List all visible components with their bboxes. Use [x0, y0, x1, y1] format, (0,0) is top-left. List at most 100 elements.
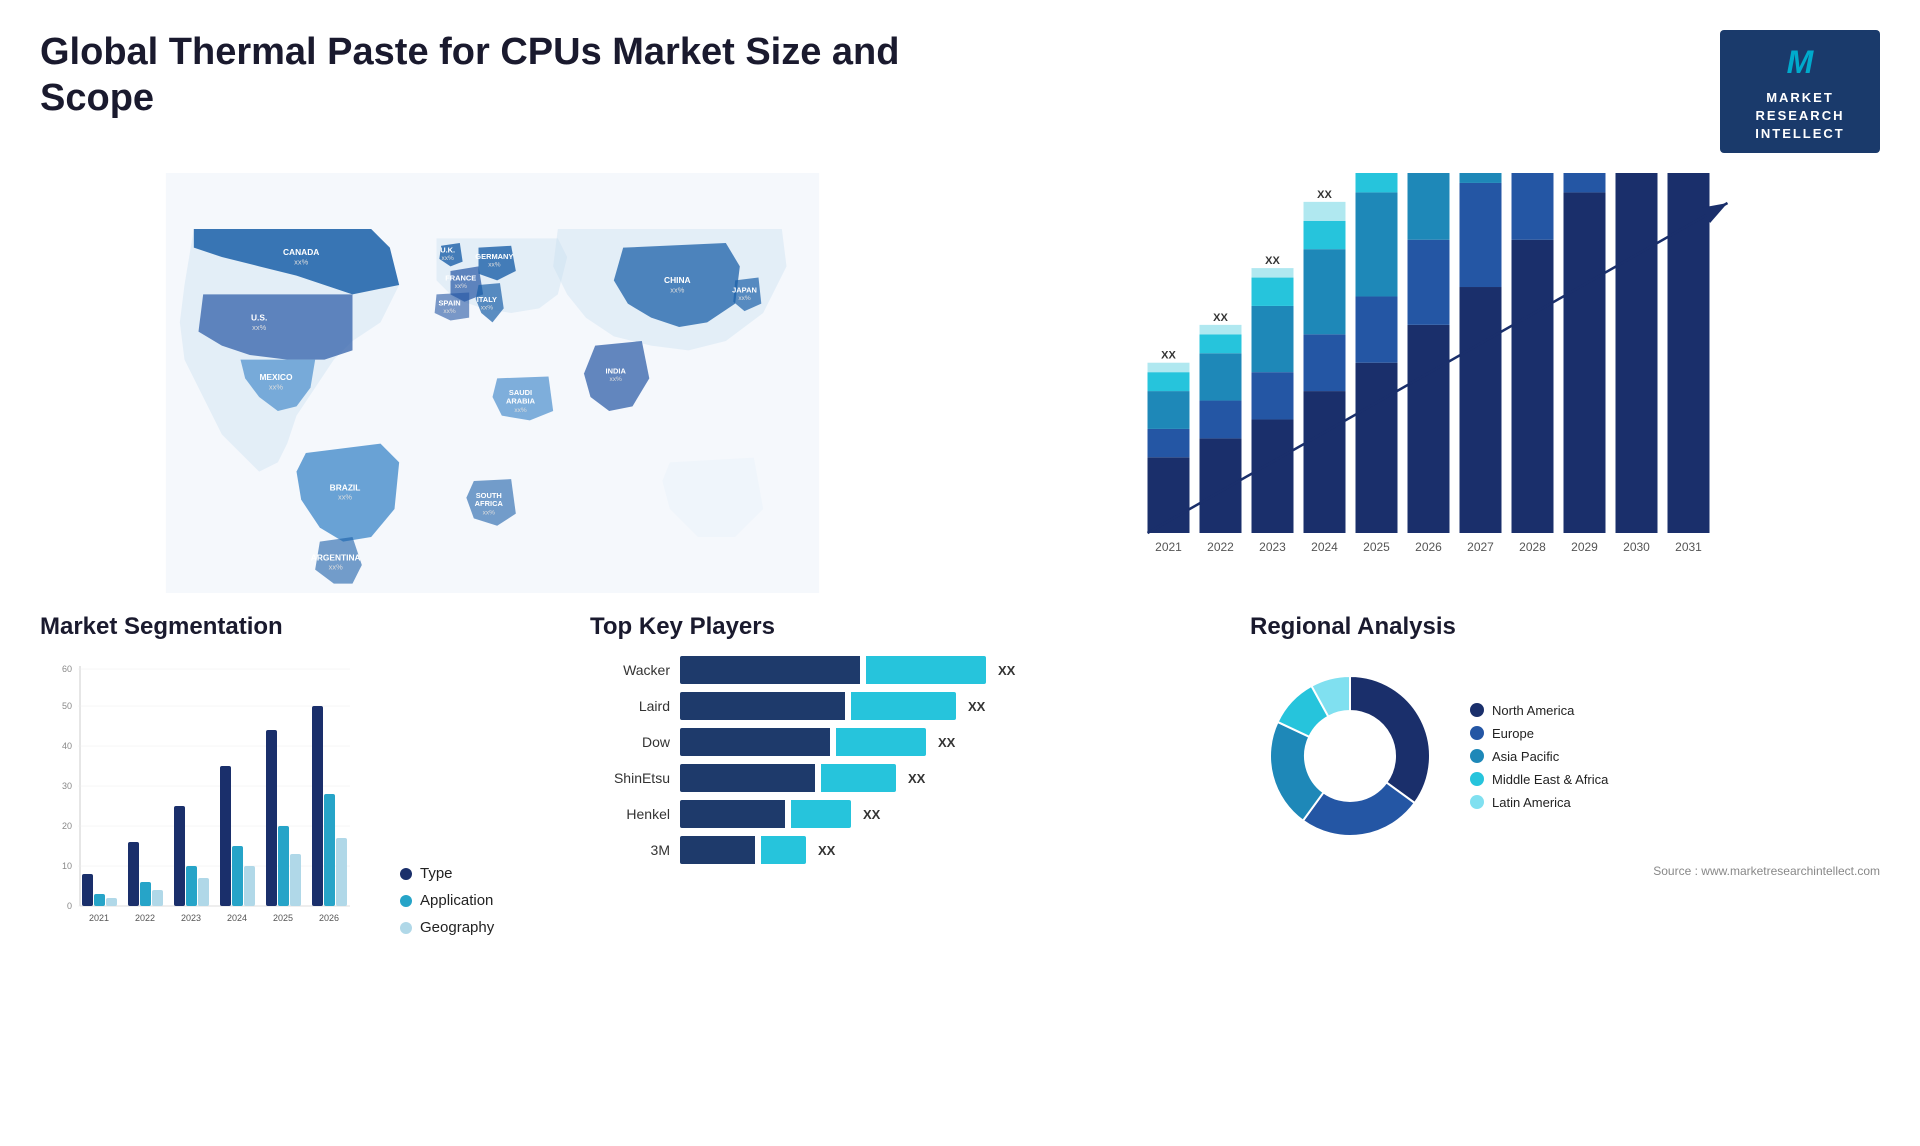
- regional-legend-item: North America: [1470, 703, 1608, 718]
- regional-legend-item: Europe: [1470, 726, 1608, 741]
- regional-legend-label: Asia Pacific: [1492, 749, 1559, 764]
- player-bar-dark: [680, 836, 755, 864]
- svg-text:ARABIA: ARABIA: [506, 397, 536, 406]
- player-row: Henkel XX: [590, 800, 1220, 828]
- svg-text:XX: XX: [1213, 312, 1228, 324]
- player-value-label: XX: [998, 663, 1015, 678]
- svg-text:2030: 2030: [1623, 540, 1650, 554]
- svg-text:xx%: xx%: [294, 258, 308, 267]
- svg-text:SPAIN: SPAIN: [438, 299, 460, 308]
- legend-geography-dot: [400, 922, 412, 934]
- svg-text:10: 10: [62, 861, 72, 871]
- player-bar-container: XX: [680, 764, 925, 792]
- player-name: Dow: [590, 734, 670, 750]
- donut-container: North America Europe Asia Pacific Middle Ea…: [1250, 656, 1880, 856]
- player-bar-light: [866, 656, 986, 684]
- player-bar-dark: [680, 764, 815, 792]
- player-row: ShinEtsu XX: [590, 764, 1220, 792]
- player-bar-dark: [680, 800, 785, 828]
- segmentation-legend: Type Application Geography: [400, 865, 494, 936]
- svg-text:U.K.: U.K.: [440, 246, 455, 255]
- svg-text:INDIA: INDIA: [606, 367, 627, 376]
- svg-text:xx%: xx%: [514, 407, 527, 414]
- world-map-svg: CANADA xx% U.S. xx% MEXICO xx% BRAZIL xx…: [40, 173, 945, 593]
- regional-legend-label: Europe: [1492, 726, 1534, 741]
- player-bar-dark: [680, 692, 845, 720]
- svg-text:2024: 2024: [1311, 540, 1338, 554]
- source-text: Source : www.marketresearchintellect.com: [1250, 864, 1880, 878]
- page-header: Global Thermal Paste for CPUs Market Siz…: [40, 30, 1880, 153]
- svg-text:xx%: xx%: [443, 308, 456, 315]
- legend-application-dot: [400, 895, 412, 907]
- svg-text:2021: 2021: [89, 913, 109, 923]
- logo-line2: RESEARCH: [1734, 107, 1866, 125]
- svg-text:U.S.: U.S.: [251, 313, 267, 323]
- player-name: 3M: [590, 842, 670, 858]
- player-row: Dow XX: [590, 728, 1220, 756]
- svg-text:2025: 2025: [273, 913, 293, 923]
- svg-text:xx%: xx%: [670, 286, 684, 295]
- svg-text:xx%: xx%: [483, 510, 496, 517]
- legend-geography-label: Geography: [420, 919, 494, 936]
- regional-legend-label: Middle East & Africa: [1492, 772, 1608, 787]
- segmentation-chart: 0 10 20 30 40 50 60 20212022202320242025…: [40, 656, 360, 936]
- svg-text:2025: 2025: [1363, 540, 1390, 554]
- player-row: 3M XX: [590, 836, 1220, 864]
- player-bar-light: [821, 764, 896, 792]
- svg-text:FRANCE: FRANCE: [445, 274, 476, 283]
- player-name: Henkel: [590, 806, 670, 822]
- player-value-label: XX: [938, 735, 955, 750]
- donut-chart: [1250, 656, 1450, 856]
- svg-text:BRAZIL: BRAZIL: [330, 483, 361, 493]
- svg-text:2021: 2021: [1155, 540, 1182, 554]
- regional-legend-color: [1470, 726, 1484, 740]
- segmentation-section: Market Segmentation 0 10 20 30 40 50 60: [40, 613, 560, 936]
- svg-text:ITALY: ITALY: [477, 295, 497, 304]
- key-players-section: Top Key Players WackerXXLairdXXDowXXShin…: [590, 613, 1220, 864]
- logo-line1: MARKET: [1734, 89, 1866, 107]
- regional-title: Regional Analysis: [1250, 613, 1880, 641]
- svg-text:AFRICA: AFRICA: [475, 500, 504, 509]
- svg-text:2026: 2026: [1415, 540, 1442, 554]
- svg-text:2023: 2023: [181, 913, 201, 923]
- legend-type-label: Type: [420, 865, 453, 882]
- regional-section: Regional Analysis North America Europe Asi…: [1250, 613, 1880, 878]
- player-bar-light: [836, 728, 926, 756]
- regional-legend-label: North America: [1492, 703, 1574, 718]
- player-value-label: XX: [818, 843, 835, 858]
- regional-legend-label: Latin America: [1492, 795, 1571, 810]
- svg-text:xx%: xx%: [338, 493, 352, 502]
- player-bar-container: XX: [680, 656, 1015, 684]
- player-name: Wacker: [590, 662, 670, 678]
- svg-text:xx%: xx%: [329, 563, 343, 572]
- player-name: ShinEtsu: [590, 770, 670, 786]
- svg-text:60: 60: [62, 664, 72, 674]
- donut-legend: North America Europe Asia Pacific Middle Ea…: [1470, 703, 1608, 810]
- svg-text:XX: XX: [1265, 255, 1280, 267]
- svg-text:XX: XX: [1317, 189, 1332, 201]
- logo-box: M MARKET RESEARCH INTELLECT: [1720, 30, 1880, 153]
- players-chart: WackerXXLairdXXDowXXShinEtsuXXHenkelXX3M…: [590, 656, 1220, 864]
- svg-text:xx%: xx%: [252, 323, 266, 332]
- regional-legend-item: Asia Pacific: [1470, 749, 1608, 764]
- player-bar-container: XX: [680, 728, 955, 756]
- svg-text:2022: 2022: [135, 913, 155, 923]
- world-map-section: CANADA xx% U.S. xx% MEXICO xx% BRAZIL xx…: [40, 173, 945, 593]
- legend-application-label: Application: [420, 892, 493, 909]
- svg-text:JAPAN: JAPAN: [732, 286, 757, 295]
- segmentation-title: Market Segmentation: [40, 613, 560, 641]
- svg-text:30: 30: [62, 781, 72, 791]
- player-value-label: XX: [968, 699, 985, 714]
- svg-text:xx%: xx%: [738, 295, 751, 302]
- legend-type: Type: [400, 865, 494, 882]
- svg-text:50: 50: [62, 701, 72, 711]
- svg-text:2029: 2029: [1571, 540, 1598, 554]
- svg-text:CHINA: CHINA: [664, 275, 691, 285]
- svg-text:0: 0: [67, 901, 72, 911]
- logo-line3: INTELLECT: [1734, 125, 1866, 143]
- player-value-label: XX: [863, 807, 880, 822]
- svg-text:xx%: xx%: [442, 255, 455, 262]
- svg-text:xx%: xx%: [488, 262, 501, 269]
- legend-type-dot: [400, 868, 412, 880]
- regional-legend-color: [1470, 749, 1484, 763]
